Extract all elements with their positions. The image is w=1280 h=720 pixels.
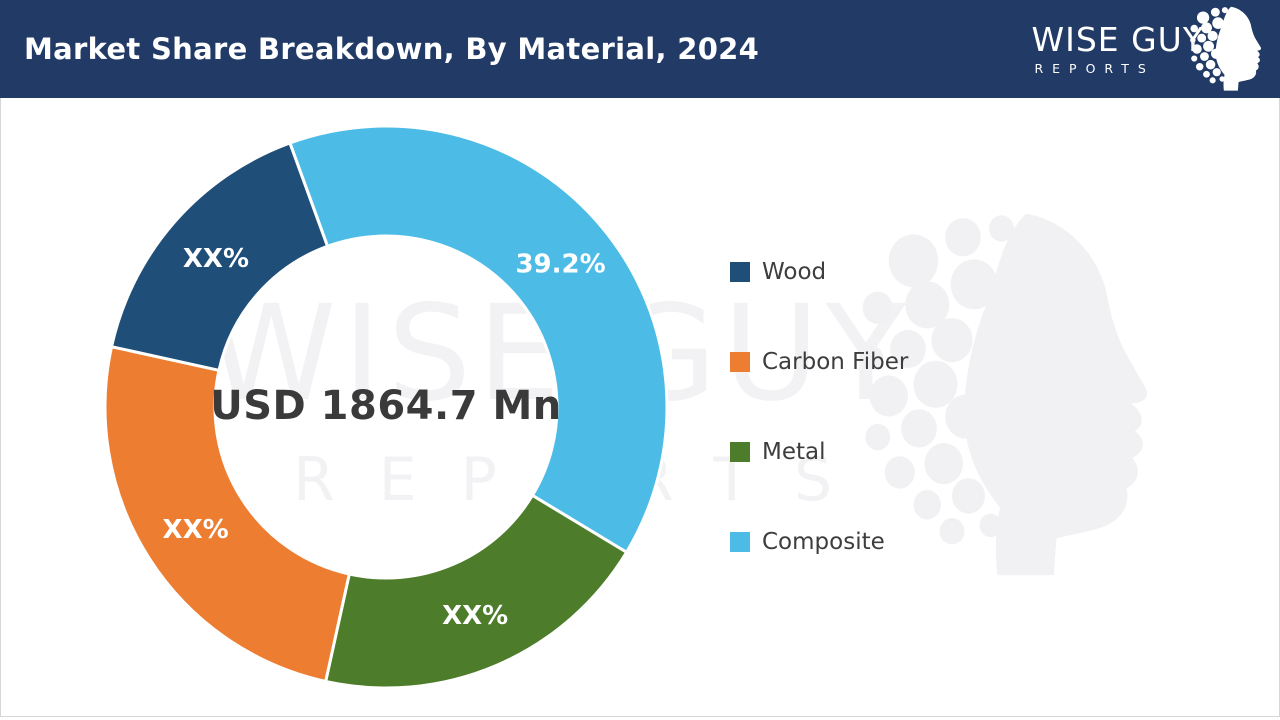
- legend-item-wood: Wood: [730, 259, 908, 285]
- brand-face-icon: [1188, 4, 1270, 94]
- legend-swatch-carbon-fiber: [730, 352, 750, 372]
- legend-swatch-metal: [730, 442, 750, 462]
- legend-swatch-composite: [730, 532, 750, 552]
- brand-logo: WISE GUY REPORTS: [1031, 4, 1270, 94]
- segment-label-carbon-fiber: XX%: [163, 515, 229, 545]
- header-bar: Market Share Breakdown, By Material, 202…: [0, 0, 1280, 98]
- chart-area: WISE GUY REPORTS 39.2%XX%XX%XX% USD 1864…: [0, 98, 1280, 717]
- legend-item-composite: Composite: [730, 529, 908, 555]
- infographic-canvas: Market Share Breakdown, By Material, 202…: [0, 0, 1280, 720]
- chart-center-value: USD 1864.7 Mn: [210, 383, 562, 429]
- legend-label-carbon-fiber: Carbon Fiber: [762, 349, 909, 375]
- segment-label-composite: 39.2%: [515, 250, 605, 280]
- brand-text: WISE GUY REPORTS: [1031, 23, 1204, 76]
- legend: Wood Carbon Fiber Metal Composite: [730, 259, 908, 555]
- legend-item-metal: Metal: [730, 439, 908, 465]
- legend-label-wood: Wood: [762, 259, 827, 285]
- legend-label-metal: Metal: [762, 439, 826, 465]
- segment-label-wood: XX%: [183, 244, 249, 274]
- donut-segment-composite: [288, 124, 669, 554]
- page-title: Market Share Breakdown, By Material, 202…: [24, 32, 760, 66]
- legend-swatch-wood: [730, 262, 750, 282]
- segment-label-metal: XX%: [442, 601, 508, 631]
- legend-item-carbon-fiber: Carbon Fiber: [730, 349, 908, 375]
- legend-label-composite: Composite: [762, 529, 885, 555]
- brand-subname: REPORTS: [1034, 60, 1155, 76]
- brand-name: WISE GUY: [1031, 19, 1204, 59]
- donut-segment-metal: [324, 493, 629, 690]
